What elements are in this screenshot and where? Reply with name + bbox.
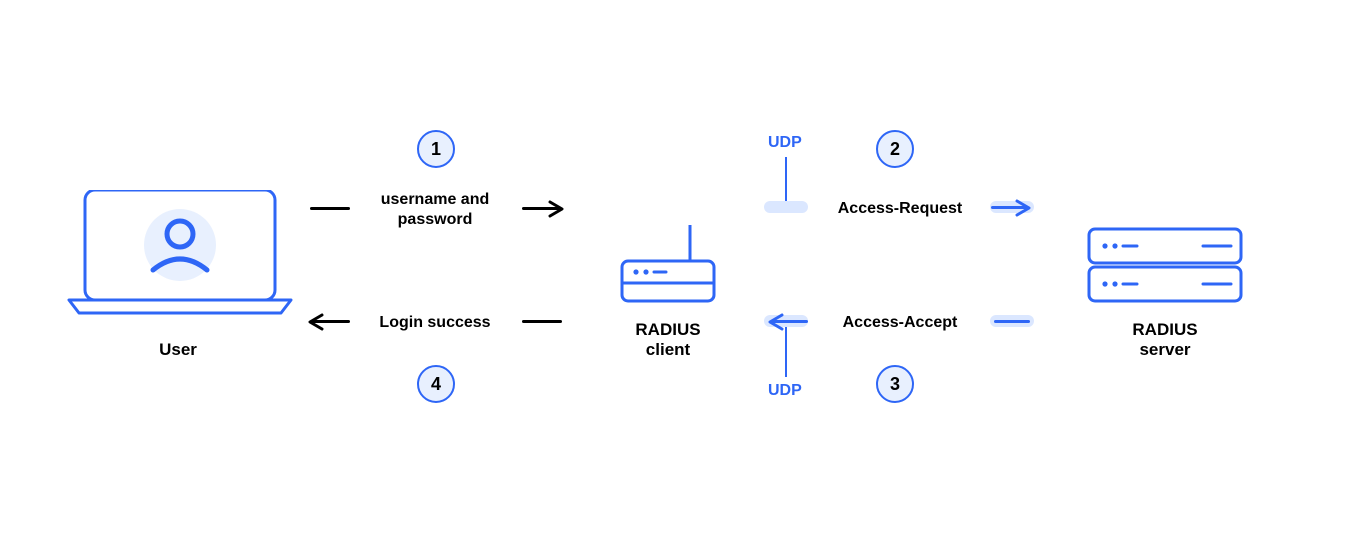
udp-label-3: UDP	[768, 382, 802, 400]
udp-stem-3	[785, 327, 787, 377]
udp-pill-2	[764, 201, 808, 213]
udp-stem-2	[785, 157, 787, 207]
flow-label-2: Access-Request	[820, 199, 980, 219]
flow-label-1: username and password	[360, 190, 510, 230]
client-label: RADIUS client	[608, 320, 728, 360]
arrow-step-4-tail	[522, 320, 562, 323]
user-label: User	[148, 340, 208, 360]
flow-label-4: Login success	[360, 313, 510, 333]
server-icon	[1085, 225, 1245, 310]
step-badge-1: 1	[417, 130, 455, 168]
udp-label-2: UDP	[768, 134, 802, 152]
step-badge-4: 4	[417, 365, 455, 403]
step-badge-3: 3	[876, 365, 914, 403]
step-badge-2: 2	[876, 130, 914, 168]
arrow-step-2	[991, 206, 1029, 209]
arrow-step-3	[770, 320, 808, 323]
flow-label-3: Access-Accept	[820, 313, 980, 333]
router-icon	[618, 225, 718, 310]
server-label: RADIUS server	[1105, 320, 1225, 360]
arrow-step-1-tail	[310, 207, 350, 210]
arrow-step-1-head	[522, 207, 562, 210]
arrow-step-4-head	[310, 320, 350, 323]
user-icon	[65, 190, 295, 320]
diagram-canvas: User RADIUS client	[0, 0, 1371, 537]
arrow-step-3-tail	[994, 320, 1030, 323]
